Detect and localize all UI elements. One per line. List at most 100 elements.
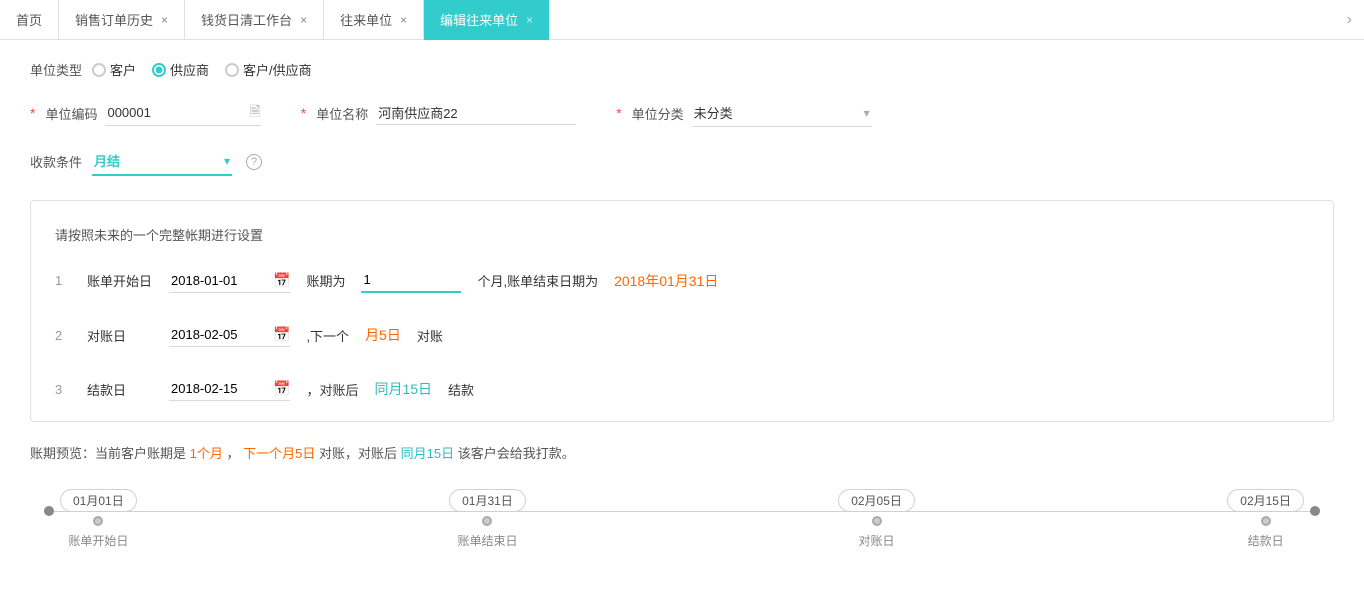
date-row-1-calendar-icon[interactable]: 📅 xyxy=(273,272,290,289)
tab-sales-history-close[interactable]: × xyxy=(161,13,168,27)
unit-name-group: * 单位名称 xyxy=(301,101,576,125)
timeline-dot-4 xyxy=(1261,516,1271,526)
unit-code-label: 单位编码 xyxy=(45,104,97,123)
radio-supplier[interactable]: 供应商 xyxy=(152,60,209,79)
unit-code-icon[interactable]: 🗎 xyxy=(249,101,260,125)
timeline-container: 01月01日 账单开始日 01月31日 账单结束日 02月05日 对账日 02月… xyxy=(30,489,1334,549)
date-row-3-label: 结款日 xyxy=(87,380,157,399)
timeline-desc-2: 账单结束日 xyxy=(457,532,517,549)
tab-partner-close[interactable]: × xyxy=(400,13,407,27)
tab-cash-ledger-label: 钱货日清工作台 xyxy=(201,10,292,29)
unit-category-star: * xyxy=(616,105,621,121)
preview-middle: 对账，对账后 xyxy=(319,446,397,461)
timeline-badge-2: 01月31日 xyxy=(449,489,526,512)
payment-select[interactable]: 月结 ▾ xyxy=(92,147,232,176)
timeline-desc-4: 结款日 xyxy=(1248,532,1284,549)
date-row-1-label: 账单开始日 xyxy=(87,271,157,290)
settings-box: 请按照未来的一个完整帐期进行设置 1 账单开始日 📅 账期为 个月,账单结束日期… xyxy=(30,200,1334,422)
date-row-1: 1 账单开始日 📅 账期为 个月,账单结束日期为 2018年01月31日 xyxy=(55,268,1309,293)
date-row-1-num: 1 xyxy=(55,273,75,288)
radio-supplier-circle xyxy=(152,63,166,77)
date-row-1-period-input[interactable] xyxy=(361,268,461,293)
date-row-1-input: 📅 xyxy=(169,269,290,293)
tab-cash-ledger[interactable]: 钱货日清工作台 × xyxy=(185,0,324,40)
preview-suffix: 该客户会给我打款。 xyxy=(458,446,575,461)
timeline-dot-1 xyxy=(93,516,103,526)
tab-home[interactable]: 首页 xyxy=(0,0,59,40)
timeline-points: 01月01日 账单开始日 01月31日 账单结束日 02月05日 对账日 02月… xyxy=(50,489,1314,549)
payment-help-icon[interactable]: ? xyxy=(246,154,262,170)
unit-name-label: 单位名称 xyxy=(316,104,368,123)
timeline-badge-1: 01月01日 xyxy=(60,489,137,512)
timeline-badge-3: 02月05日 xyxy=(838,489,915,512)
settings-title: 请按照未来的一个完整帐期进行设置 xyxy=(55,225,1309,244)
date-row-3-date[interactable] xyxy=(169,377,269,400)
radio-customer[interactable]: 客户 xyxy=(92,60,136,79)
date-row-1-period-unit: 个月,账单结束日期为 xyxy=(477,271,598,290)
tab-expand-btn[interactable]: › xyxy=(1335,11,1364,29)
radio-supplier-label: 供应商 xyxy=(170,60,209,79)
date-row-3-post: 结款 xyxy=(448,380,474,399)
date-row-2-post: 对账 xyxy=(417,326,443,345)
radio-customer-supplier-circle xyxy=(225,63,239,77)
payment-arrow: ▾ xyxy=(224,154,230,168)
tab-partner[interactable]: 往来单位 × xyxy=(324,0,424,40)
timeline-desc-3: 对账日 xyxy=(859,532,895,549)
tab-edit-partner-close[interactable]: × xyxy=(526,13,533,27)
radio-customer-supplier-label: 客户/供应商 xyxy=(243,60,312,79)
payment-label: 收款条件 xyxy=(30,152,82,171)
timeline-dot-3 xyxy=(872,516,882,526)
date-row-3-input: 📅 xyxy=(169,377,290,401)
date-row-2-date[interactable] xyxy=(169,323,269,346)
tab-cash-ledger-close[interactable]: × xyxy=(300,13,307,27)
timeline-desc-1: 账单开始日 xyxy=(68,532,128,549)
unit-code-input-wrapper: 🗎 xyxy=(105,101,260,126)
unit-code-star: * xyxy=(30,105,35,121)
tab-edit-partner[interactable]: 编辑往来单位 × xyxy=(424,0,550,40)
radio-customer-circle xyxy=(92,63,106,77)
tab-sales-history-label: 销售订单历史 xyxy=(75,10,153,29)
main-content: 单位类型 客户 供应商 客户/供应商 * 单位编码 🗎 xyxy=(0,40,1364,608)
date-row-2-num: 2 xyxy=(55,328,75,343)
date-row-3-pre: ，对账后 xyxy=(306,380,358,399)
unit-category-group: * 单位分类 未分类 ▾ xyxy=(616,99,871,127)
timeline-point-1: 01月01日 账单开始日 xyxy=(60,489,137,549)
date-row-3-calendar-icon[interactable]: 📅 xyxy=(273,380,290,397)
date-row-3-highlight: 同月15日 xyxy=(374,379,432,399)
date-row-1-date[interactable] xyxy=(169,269,269,292)
unit-code-group: * 单位编码 🗎 xyxy=(30,101,261,126)
tab-bar: 首页 销售订单历史 × 钱货日清工作台 × 往来单位 × 编辑往来单位 × › xyxy=(0,0,1364,40)
timeline-point-4: 02月15日 结款日 xyxy=(1227,489,1304,549)
preview-part3: 同月15日 xyxy=(401,446,454,461)
radio-customer-supplier[interactable]: 客户/供应商 xyxy=(225,60,312,79)
unit-category-select[interactable]: 未分类 ▾ xyxy=(692,99,872,127)
preview-part2: 下一个月5日 xyxy=(243,446,315,461)
unit-category-value: 未分类 xyxy=(694,103,860,122)
preview-comma1: ， xyxy=(227,446,240,461)
date-row-1-end-date: 2018年01月31日 xyxy=(614,271,718,291)
date-row-2-pre: ,下一个 xyxy=(306,326,349,345)
preview-text: 账期预览：当前客户账期是 1个月 ， 下一个月5日 对账，对账后 同月15日 该… xyxy=(30,442,1334,465)
tab-sales-history[interactable]: 销售订单历史 × xyxy=(59,0,185,40)
radio-group: 客户 供应商 客户/供应商 xyxy=(92,60,312,79)
unit-category-label: 单位分类 xyxy=(632,104,684,123)
timeline-dot-2 xyxy=(482,516,492,526)
payment-row: 收款条件 月结 ▾ ? xyxy=(30,147,1334,176)
date-row-2: 2 对账日 📅 ,下一个 月5日 对账 xyxy=(55,323,1309,347)
unit-name-input[interactable] xyxy=(376,101,576,125)
timeline-badge-4: 02月15日 xyxy=(1227,489,1304,512)
unit-category-arrow: ▾ xyxy=(864,106,870,120)
date-row-2-highlight: 月5日 xyxy=(365,325,401,345)
unit-info-row: * 单位编码 🗎 * 单位名称 * 单位分类 未分类 ▾ xyxy=(30,99,1334,127)
preview-prefix: 账期预览：当前客户账期是 xyxy=(30,446,186,461)
payment-value: 月结 xyxy=(94,151,220,170)
date-row-2-label: 对账日 xyxy=(87,326,157,345)
preview-part1: 1个月 xyxy=(190,446,223,461)
unit-name-star: * xyxy=(301,105,306,121)
timeline-point-2: 01月31日 账单结束日 xyxy=(449,489,526,549)
date-row-3-num: 3 xyxy=(55,382,75,397)
date-row-2-input: 📅 xyxy=(169,323,290,347)
timeline-point-3: 02月05日 对账日 xyxy=(838,489,915,549)
unit-code-input[interactable] xyxy=(105,101,245,124)
date-row-2-calendar-icon[interactable]: 📅 xyxy=(273,326,290,343)
